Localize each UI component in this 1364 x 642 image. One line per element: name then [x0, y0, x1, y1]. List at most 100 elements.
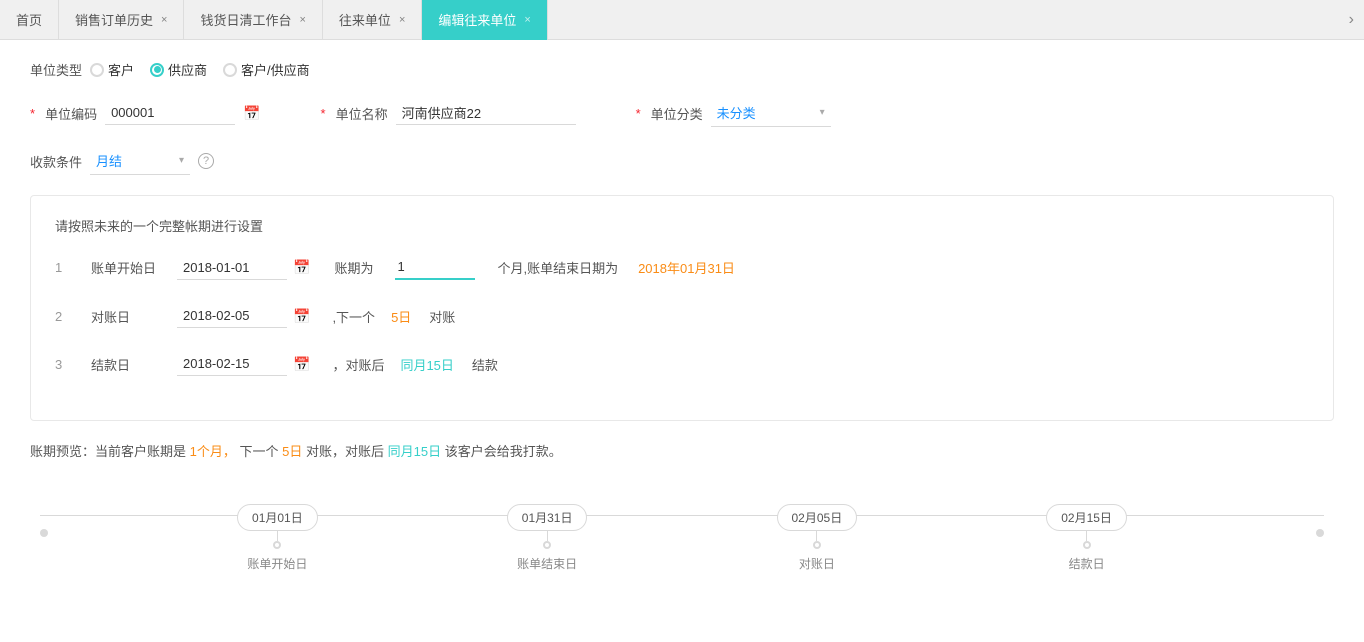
unit-code-icon[interactable]: 📅 [243, 105, 260, 122]
payment-hint-prefix: ，对账后 [332, 355, 384, 374]
payment-help-icon[interactable]: ? [198, 153, 214, 169]
unit-class-dropdown[interactable]: 未分类 ▾ [711, 99, 831, 127]
timeline-tick-3 [816, 531, 817, 541]
close-edit-partner[interactable]: × [524, 14, 530, 26]
date-wrapper-1: 📅 [177, 256, 310, 280]
tab-bar: 首页 销售订单历史 × 钱货日清工作台 × 往来单位 × 编辑往来单位 × › [0, 0, 1364, 40]
timeline-dot-3 [813, 541, 821, 549]
row-label-3: 结款日 [91, 355, 161, 374]
preview-mid2: 对账，对账后 [306, 444, 384, 459]
unit-class-group: * 单位分类 未分类 ▾ [636, 99, 831, 127]
card-title: 请按照未来的一个完整帐期进行设置 [55, 216, 1309, 235]
timeline-text-3: 对账日 [799, 555, 835, 572]
timeline-label-4: 02月15日 [1046, 504, 1127, 531]
settings-card: 请按照未来的一个完整帐期进行设置 1 账单开始日 📅 账期为 个月,账单结束日期… [30, 195, 1334, 421]
unit-code-label: 单位编码 [45, 104, 97, 123]
close-partner[interactable]: × [399, 14, 405, 26]
close-cash-work[interactable]: × [299, 14, 305, 26]
row-label-1: 账单开始日 [91, 258, 161, 277]
timeline-dot-1 [273, 541, 281, 549]
payment-row: 收款条件 月结 ▾ ? [30, 147, 1334, 175]
unit-class-value: 未分类 [717, 103, 816, 122]
timeline-text-1: 账单开始日 [247, 555, 307, 572]
unit-type-label: 单位类型 [30, 60, 82, 79]
radio-circle-supplier [150, 63, 164, 77]
setting-row-2: 2 对账日 📅 ,下一个 5日 对账 [55, 304, 1309, 328]
cal-icon-3[interactable]: 📅 [293, 356, 310, 373]
payment-value: 月结 [96, 151, 175, 170]
required-name: * [321, 106, 326, 121]
setting-row-1: 1 账单开始日 📅 账期为 个月,账单结束日期为 2018年01月31日 [55, 255, 1309, 280]
timeline-label-1: 01月01日 [237, 504, 318, 531]
unit-name-input[interactable] [396, 101, 576, 125]
payment-date-input[interactable] [177, 352, 287, 376]
unit-name-label: 单位名称 [336, 104, 388, 123]
radio-customer[interactable]: 客户 [90, 60, 134, 79]
timeline-text-2: 账单结束日 [517, 555, 577, 572]
start-date-input[interactable] [177, 256, 287, 280]
date-wrapper-3: 📅 [177, 352, 310, 376]
row-num-3: 3 [55, 357, 75, 372]
radio-group: 客户 供应商 客户/供应商 [90, 60, 310, 79]
unit-type-row: 单位类型 客户 供应商 客户/供应商 [30, 60, 1334, 79]
end-dot [1316, 529, 1324, 537]
radio-label-both: 客户/供应商 [241, 60, 310, 79]
preview-prefix: 账期预览：当前客户账期是 [30, 444, 186, 459]
timeline-node-3: 02月05日 对账日 [777, 504, 858, 572]
payment-dropdown[interactable]: 月结 ▾ [90, 147, 190, 175]
timeline-node-2: 01月31日 账单结束日 [507, 504, 588, 572]
unit-code-group: * 单位编码 📅 [30, 101, 261, 125]
reconcile-hint-prefix: ,下一个 [332, 307, 375, 326]
timeline-end-dot [1316, 529, 1324, 537]
timeline-text-4: 结款日 [1069, 555, 1105, 572]
radio-both[interactable]: 客户/供应商 [223, 60, 310, 79]
payment-hint-date: 同月15日 [400, 355, 453, 374]
cal-icon-2[interactable]: 📅 [293, 308, 310, 325]
required-class: * [636, 106, 641, 121]
setting-row-3: 3 结款日 📅 ，对账后 同月15日 结款 [55, 352, 1309, 376]
reconcile-date-input[interactable] [177, 304, 287, 328]
tab-sales-history[interactable]: 销售订单历史 × [59, 0, 184, 40]
period-label: 账期为 [334, 258, 373, 277]
tab-more-button[interactable]: › [1339, 11, 1364, 29]
cal-icon-1[interactable]: 📅 [293, 259, 310, 276]
preview-period: 1个月， [190, 444, 236, 459]
payment-arrow: ▾ [179, 155, 184, 166]
payment-hint-suffix: 结款 [472, 355, 498, 374]
reconcile-hint-date: 5日 [391, 307, 411, 326]
end-date-value: 2018年01月31日 [638, 258, 735, 277]
close-sales-history[interactable]: × [161, 14, 167, 26]
timeline-container: 01月01日 账单开始日 01月31日 账单结束日 02月05日 对账日 [30, 484, 1334, 622]
tab-partner[interactable]: 往来单位 × [323, 0, 422, 40]
radio-supplier[interactable]: 供应商 [150, 60, 207, 79]
radio-label-customer: 客户 [108, 60, 134, 79]
row-num-2: 2 [55, 309, 75, 324]
start-dot [40, 529, 48, 537]
period-value-input[interactable] [395, 255, 475, 280]
unit-class-label: 单位分类 [651, 104, 703, 123]
preview-date1: 5日 [282, 444, 302, 459]
preview-mid1: 下一个 [240, 444, 279, 459]
timeline-label-2: 01月31日 [507, 504, 588, 531]
period-unit: 个月,账单结束日期为 [497, 258, 618, 277]
radio-circle-customer [90, 63, 104, 77]
timeline-nodes: 01月01日 账单开始日 01月31日 账单结束日 02月05日 对账日 [40, 504, 1324, 572]
payment-label: 收款条件 [30, 152, 82, 171]
tab-edit-partner[interactable]: 编辑往来单位 × [422, 0, 547, 40]
radio-label-supplier: 供应商 [168, 60, 207, 79]
row-num-1: 1 [55, 260, 75, 275]
timeline-tick-2 [547, 531, 548, 541]
timeline-node-1: 01月01日 账单开始日 [237, 504, 318, 572]
payment-group: 收款条件 月结 ▾ ? [30, 147, 214, 175]
timeline-node-4: 02月15日 结款日 [1046, 504, 1127, 572]
required-code: * [30, 106, 35, 121]
tab-home[interactable]: 首页 [0, 0, 59, 40]
timeline-tick-4 [1086, 531, 1087, 541]
date-wrapper-2: 📅 [177, 304, 310, 328]
radio-circle-both [223, 63, 237, 77]
timeline-start-dot [40, 529, 48, 537]
preview-text: 账期预览：当前客户账期是 1个月， 下一个 5日 对账，对账后 同月15日 该客… [30, 441, 1334, 460]
unit-code-input[interactable] [105, 101, 235, 125]
timeline-label-3: 02月05日 [777, 504, 858, 531]
tab-cash-work[interactable]: 钱货日清工作台 × [184, 0, 322, 40]
